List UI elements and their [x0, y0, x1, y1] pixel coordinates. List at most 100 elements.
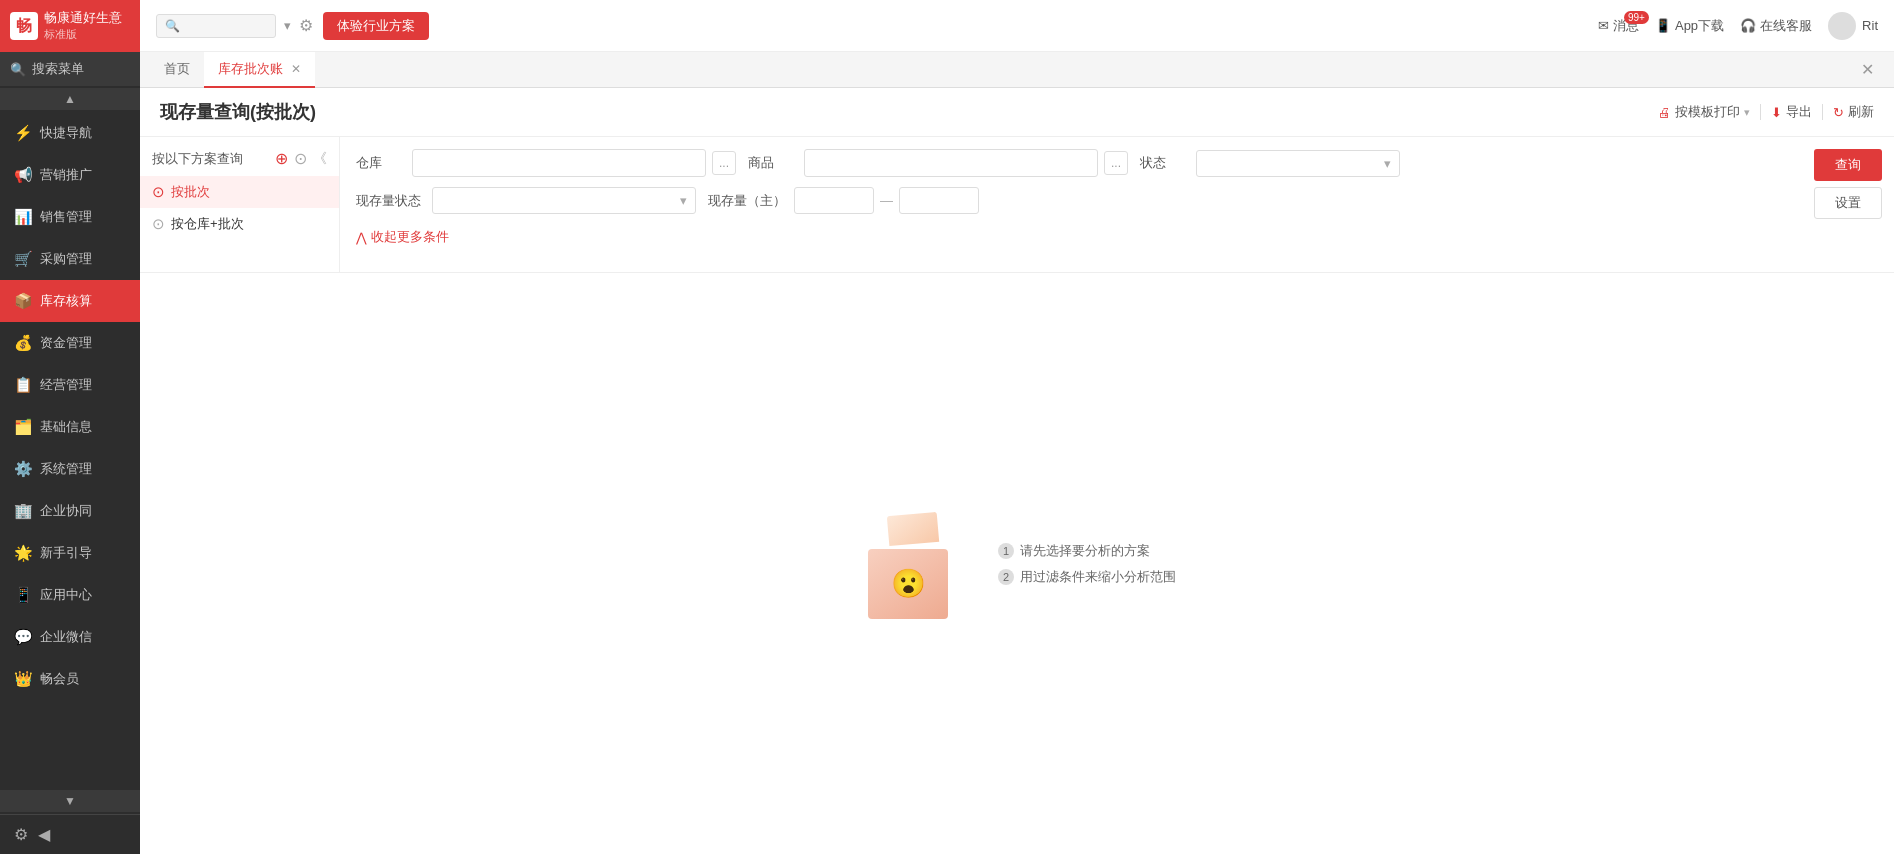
scheme-item-by-batch[interactable]: ⊙ 按批次: [140, 176, 339, 208]
step-1-badge: 1: [998, 543, 1014, 559]
divider-1: [1760, 104, 1761, 120]
sidebar-item-purchase[interactable]: 🛒 采购管理: [0, 238, 140, 280]
empty-hint-2: 2 用过滤条件来缩小分析范围: [998, 568, 1176, 586]
sidebar-item-label: 营销推广: [40, 166, 92, 184]
warehouse-input[interactable]: [412, 149, 706, 177]
topbar-chevron-icon[interactable]: ▾: [284, 18, 291, 33]
collapse-more-btn[interactable]: ⋀ 收起更多条件: [356, 224, 449, 250]
sidebar-item-label: 采购管理: [40, 250, 92, 268]
sidebar-item-operations[interactable]: 📋 经营管理: [0, 364, 140, 406]
basicinfo-icon: 🗂️: [14, 418, 32, 436]
tab-close-main-btn[interactable]: ✕: [1851, 60, 1884, 79]
stock-qty-from[interactable]: [794, 187, 874, 214]
divider-2: [1822, 104, 1823, 120]
stock-status-label: 现存量状态: [356, 192, 426, 210]
tab-batch-label: 库存批次账: [218, 60, 283, 78]
collapse-sidebar-icon[interactable]: ◀: [38, 825, 50, 844]
add-scheme-icon[interactable]: ⊕: [275, 149, 288, 168]
sidebar-item-quicknav[interactable]: ⚡ 快捷导航: [0, 112, 140, 154]
scheme-inactive-icon: ⊙: [152, 215, 165, 233]
sidebar-item-newguide[interactable]: 🌟 新手引导: [0, 532, 140, 574]
hint-1-text: 请先选择要分析的方案: [1020, 542, 1150, 560]
topbar-left: 🔍 ▾ ⚙: [156, 14, 313, 38]
stock-qty-field: 现存量（主） —: [708, 187, 1008, 214]
user-name: Rit: [1862, 18, 1878, 33]
scheme-item-label: 按仓库+批次: [171, 215, 244, 233]
collapse-row: ⋀ 收起更多条件: [356, 224, 1786, 250]
sidebar-item-inventory[interactable]: 📦 库存核算: [0, 280, 140, 322]
page-title: 现存量查询(按批次): [160, 100, 316, 124]
sidebar-item-label: 畅会员: [40, 670, 79, 688]
sidebar-search-btn[interactable]: 🔍 搜索菜单: [0, 52, 140, 86]
status-select[interactable]: ▾: [1196, 150, 1400, 177]
newguide-icon: 🌟: [14, 544, 32, 562]
stock-status-chevron-icon: ▾: [680, 193, 687, 208]
scroll-up-btn[interactable]: ▲: [0, 88, 140, 110]
empty-hint-1: 1 请先选择要分析的方案: [998, 542, 1176, 560]
message-badge: 99+: [1624, 11, 1649, 24]
warehouse-dots-btn[interactable]: ...: [712, 151, 736, 175]
sidebar-item-finance[interactable]: 💰 资金管理: [0, 322, 140, 364]
warehouse-field: 仓库 ...: [356, 149, 736, 177]
purchase-icon: 🛒: [14, 250, 32, 268]
tab-close-btn[interactable]: ✕: [291, 62, 301, 76]
member-icon: 👑: [14, 670, 32, 688]
export-btn[interactable]: ⬇ 导出: [1771, 103, 1812, 121]
empty-box-icon: 😮: [891, 567, 926, 600]
product-field: 商品 ...: [748, 149, 1128, 177]
scheme-sidebar: 按以下方案查询 ⊕ ⊙ 《 ⊙ 按批次 ⊙ 按仓库+批次: [140, 137, 340, 272]
print-icon: 🖨: [1658, 105, 1671, 120]
empty-hints: 1 请先选择要分析的方案 2 用过滤条件来缩小分析范围: [998, 542, 1176, 586]
sidebar-item-appcenter[interactable]: 📱 应用中心: [0, 574, 140, 616]
empty-state: 😮 1 请先选择要分析的方案 2 用过滤条件来缩小分析范围: [140, 273, 1894, 854]
app-download-btn[interactable]: 📱 App下载: [1655, 17, 1724, 35]
industry-btn[interactable]: 体验行业方案: [323, 12, 429, 40]
topbar-settings-icon[interactable]: ⚙: [299, 16, 313, 35]
hint-2-text: 用过滤条件来缩小分析范围: [1020, 568, 1176, 586]
scroll-down-btn[interactable]: ▼: [0, 790, 140, 812]
product-dots-btn[interactable]: ...: [1104, 151, 1128, 175]
wechat-icon: 💬: [14, 628, 32, 646]
app-icon: 📱: [1655, 18, 1671, 33]
sidebar-item-member[interactable]: 👑 畅会员: [0, 658, 140, 700]
messages-btn[interactable]: ✉ 消息 99+: [1598, 17, 1639, 35]
system-icon: ⚙️: [14, 460, 32, 478]
tab-batch-account[interactable]: 库存批次账 ✕: [204, 52, 315, 88]
online-service-btn[interactable]: 🎧 在线客服: [1740, 17, 1812, 35]
sidebar-item-sales[interactable]: 📊 销售管理: [0, 196, 140, 238]
sidebar-item-label: 基础信息: [40, 418, 92, 436]
sidebar-item-wechat[interactable]: 💬 企业微信: [0, 616, 140, 658]
settings-scheme-icon[interactable]: ⊙: [294, 149, 307, 168]
collapse-up-icon: ⋀: [356, 230, 367, 245]
print-btn[interactable]: 🖨 按模板打印 ▾: [1658, 103, 1750, 121]
sidebar-item-label: 销售管理: [40, 208, 92, 226]
scheme-item-by-warehouse-batch[interactable]: ⊙ 按仓库+批次: [140, 208, 339, 240]
sidebar-item-basicinfo[interactable]: 🗂️ 基础信息: [0, 406, 140, 448]
empty-illustration: 😮: [858, 509, 968, 619]
sidebar-item-label: 库存核算: [40, 292, 92, 310]
refresh-btn[interactable]: ↻ 刷新: [1833, 103, 1874, 121]
sidebar-item-system[interactable]: ⚙️ 系统管理: [0, 448, 140, 490]
sidebar-item-marketing[interactable]: 📢 营销推广: [0, 154, 140, 196]
sidebar-header: 畅 畅康通好生意 标准版: [0, 0, 140, 52]
user-menu[interactable]: Rit: [1828, 12, 1878, 40]
sidebar-item-enterprise[interactable]: 🏢 企业协同: [0, 490, 140, 532]
search-label: 搜索菜单: [32, 60, 84, 78]
sidebar-item-label: 经营管理: [40, 376, 92, 394]
collapse-scheme-icon[interactable]: 《: [313, 150, 327, 168]
settings-footer-icon[interactable]: ⚙: [14, 825, 28, 844]
query-btn[interactable]: 查询: [1814, 149, 1882, 181]
stock-status-select[interactable]: ▾: [432, 187, 696, 214]
page-content: 现存量查询(按批次) 🖨 按模板打印 ▾ ⬇ 导出 ↻ 刷新: [140, 88, 1894, 854]
operations-icon: 📋: [14, 376, 32, 394]
print-chevron-icon: ▾: [1744, 106, 1750, 119]
settings-btn[interactable]: 设置: [1814, 187, 1882, 219]
stock-qty-label: 现存量（主）: [708, 192, 788, 210]
scheme-item-label: 按批次: [171, 183, 210, 201]
product-input[interactable]: [804, 149, 1098, 177]
status-label: 状态: [1140, 154, 1190, 172]
tab-home[interactable]: 首页: [150, 52, 204, 88]
scheme-header: 按以下方案查询 ⊕ ⊙ 《: [140, 149, 339, 176]
stock-qty-to[interactable]: [899, 187, 979, 214]
topbar-search-box[interactable]: 🔍: [156, 14, 276, 38]
